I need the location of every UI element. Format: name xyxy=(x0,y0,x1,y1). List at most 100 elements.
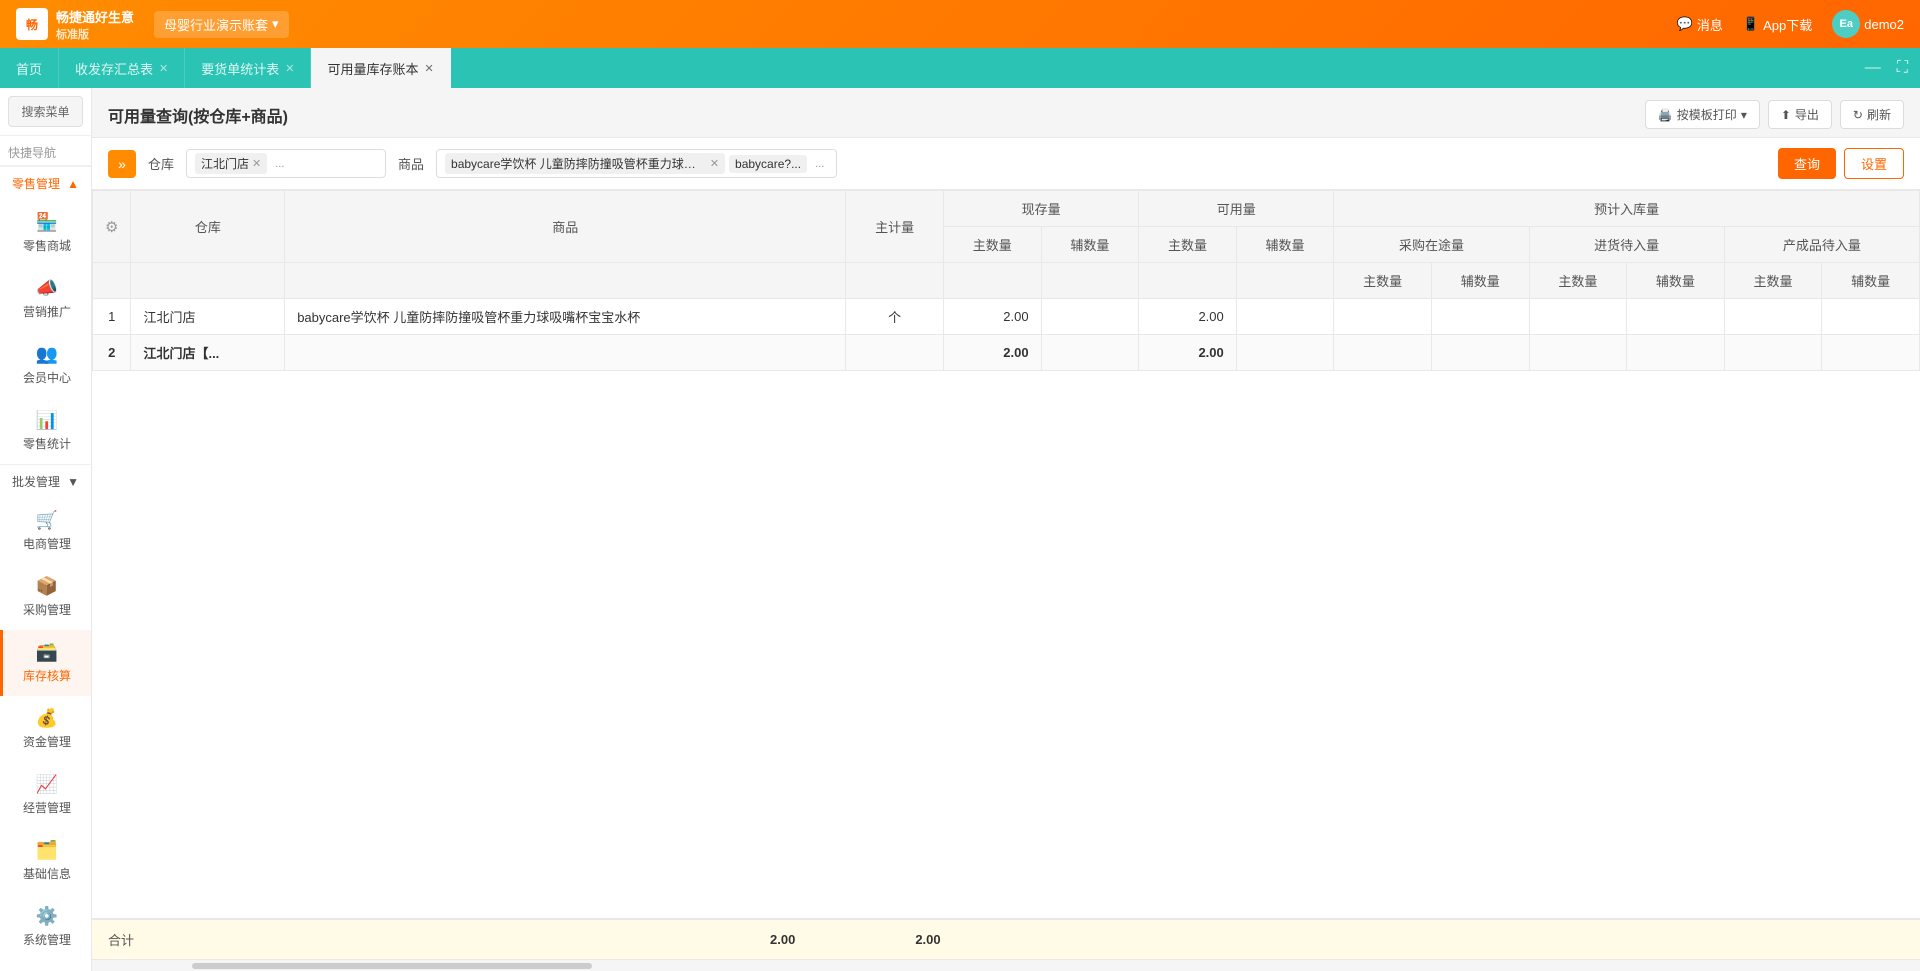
logo-icon: 畅 xyxy=(16,8,48,40)
row2-avail-main: 2.00 xyxy=(1139,335,1237,371)
filter-actions: 查询 设置 xyxy=(1778,148,1904,179)
industry-selector[interactable]: 母婴行业演示账套 ▾ xyxy=(154,11,289,38)
sidebar-item-marketing[interactable]: 📣 营销推广 xyxy=(0,266,91,332)
app-subtitle: 标准版 xyxy=(56,26,134,42)
goods-input[interactable]: babycare学饮杯 儿童防摔防撞吸管杯重力球吸嘴杯宝宝水杯 ✕ babyca… xyxy=(436,149,837,178)
tab-orders[interactable]: 要货单统计表 ✕ xyxy=(185,48,311,88)
sidebar-item-purchase[interactable]: 📦 采购管理 xyxy=(0,564,91,630)
app-download-btn[interactable]: 📱 App下载 xyxy=(1743,15,1812,34)
query-btn[interactable]: 查询 xyxy=(1778,148,1836,179)
export-icon: ⬆ xyxy=(1781,108,1791,122)
table-row-subtotal: 2 江北门店【... 2.00 2.00 xyxy=(93,335,1920,371)
message-icon: 💬 xyxy=(1677,16,1693,32)
sidebar-item-retail-stats[interactable]: 📊 零售统计 xyxy=(0,398,91,464)
row1-production-aux xyxy=(1822,299,1920,335)
col-incoming-aux: 辅数量 xyxy=(1627,263,1725,299)
sidebar-item-members[interactable]: 👥 会员中心 xyxy=(0,332,91,398)
row1-goods: babycare学饮杯 儿童防摔防撞吸管杯重力球吸嘴杯宝宝水杯 xyxy=(285,299,846,335)
row2-stock-aux xyxy=(1041,335,1139,371)
shop-icon: 🏪 xyxy=(36,212,58,233)
goods-tag1: babycare学饮杯 儿童防摔防撞吸管杯重力球吸嘴杯宝宝水杯 ✕ xyxy=(445,153,725,174)
col-stock-main: 主数量 xyxy=(943,227,1041,263)
col-goods: 商品 xyxy=(285,191,846,263)
row1-num: 1 xyxy=(93,299,131,335)
main-layout: 搜索菜单 快捷导航 零售管理 ▲ 🏪 零售商城 📣 营销推广 👥 会员中心 📊 … xyxy=(0,88,1920,971)
maximize-btn[interactable]: ⛶ xyxy=(1893,55,1912,81)
inventory-icon: 🗃️ xyxy=(36,642,58,663)
chevron-down-icon: ▾ xyxy=(272,16,279,32)
warehouse-tag-close[interactable]: ✕ xyxy=(252,157,261,170)
warehouse-input[interactable]: 江北门店 ✕ ... xyxy=(186,149,386,178)
sidebar: 搜索菜单 快捷导航 零售管理 ▲ 🏪 零售商城 📣 营销推广 👥 会员中心 📊 … xyxy=(0,88,92,971)
refresh-icon: ↻ xyxy=(1853,108,1863,122)
sidebar-item-finance[interactable]: 💰 资金管理 xyxy=(0,696,91,762)
table-container: ⚙ 仓库 商品 主计量 现存量 可用量 预计入库量 主数量 辅数量 主数量 辅数… xyxy=(92,190,1920,918)
minimize-btn[interactable]: — xyxy=(1861,55,1885,81)
industry-label: 母婴行业演示账套 xyxy=(164,15,268,34)
col-purchase-main: 主数量 xyxy=(1334,263,1432,299)
col-available: 可用量 xyxy=(1139,191,1334,227)
col-avail-aux: 辅数量 xyxy=(1236,227,1334,263)
row1-stock-aux xyxy=(1041,299,1139,335)
tab-bar-right: — ⛶ xyxy=(1861,55,1920,81)
row2-warehouse: 江北门店【... xyxy=(131,335,285,371)
message-btn[interactable]: 💬 消息 xyxy=(1677,15,1723,34)
filter-toggle-btn[interactable]: » xyxy=(108,150,136,178)
finance-icon: 💰 xyxy=(36,708,58,729)
row2-unit xyxy=(846,335,944,371)
search-menu-btn[interactable]: 搜索菜单 xyxy=(8,96,83,127)
col-expected: 预计入库量 xyxy=(1334,191,1920,227)
sidebar-item-retail-shop[interactable]: 🏪 零售商城 xyxy=(0,200,91,266)
horizontal-scrollbar[interactable] xyxy=(92,959,1920,971)
avatar: Ea xyxy=(1832,10,1860,38)
row1-incoming-aux xyxy=(1627,299,1725,335)
col-gear[interactable]: ⚙ xyxy=(93,191,131,263)
sidebar-item-basic[interactable]: 🗂️ 基础信息 xyxy=(0,828,91,894)
members-icon: 👥 xyxy=(36,344,58,365)
tab-receipts[interactable]: 收发存汇总表 ✕ xyxy=(59,48,185,88)
sidebar-item-inventory[interactable]: 🗃️ 库存核算 xyxy=(0,630,91,696)
row2-production-aux xyxy=(1822,335,1920,371)
row2-goods xyxy=(285,335,846,371)
settings-btn[interactable]: 设置 xyxy=(1844,148,1904,179)
sidebar-item-operations[interactable]: 📈 经营管理 xyxy=(0,762,91,828)
sidebar-item-enterprise[interactable]: 🏢 企业协同 xyxy=(0,960,91,971)
sidebar-item-wholesale[interactable]: 批发管理 ▼ xyxy=(0,464,91,498)
user-menu[interactable]: Ea demo2 xyxy=(1832,10,1904,38)
goods-tag1-close[interactable]: ✕ xyxy=(710,157,719,170)
system-icon: ⚙️ xyxy=(36,906,58,927)
tab-close-orders[interactable]: ✕ xyxy=(285,62,294,75)
row1-production-main xyxy=(1724,299,1822,335)
print-btn[interactable]: 🖨️ 按模板打印 ▾ xyxy=(1645,100,1760,129)
col-avail-main: 主数量 xyxy=(1139,227,1237,263)
col-stock-aux: 辅数量 xyxy=(1041,227,1139,263)
warehouse-label: 仓库 xyxy=(148,154,174,173)
basic-icon: 🗂️ xyxy=(36,840,58,861)
sidebar-item-system[interactable]: ⚙️ 系统管理 xyxy=(0,894,91,960)
page-title: 可用量查询(按仓库+商品) xyxy=(108,103,288,127)
row1-unit: 个 xyxy=(846,299,944,335)
export-btn[interactable]: ⬆ 导出 xyxy=(1768,100,1832,129)
row2-production-main xyxy=(1724,335,1822,371)
row1-avail-main: 2.00 xyxy=(1139,299,1237,335)
tab-bar: 首页 收发存汇总表 ✕ 要货单统计表 ✕ 可用量库存账本 ✕ — ⛶ xyxy=(0,48,1920,88)
goods-label: 商品 xyxy=(398,154,424,173)
table-footer: 合计 2.00 2.00 xyxy=(92,918,1920,959)
tab-close-receipts[interactable]: ✕ xyxy=(159,62,168,75)
chevron-up-icon: ▲ xyxy=(67,177,79,191)
row1-stock-main: 2.00 xyxy=(943,299,1041,335)
warehouse-more[interactable]: ... xyxy=(271,156,288,172)
refresh-btn[interactable]: ↻ 刷新 xyxy=(1840,100,1904,129)
footer-stock-main: 2.00 xyxy=(770,932,795,947)
goods-more[interactable]: ... xyxy=(811,156,828,172)
chevron-down-icon: ▾ xyxy=(1741,108,1747,122)
tab-close-inventory[interactable]: ✕ xyxy=(425,62,434,75)
tab-inventory[interactable]: 可用量库存账本 ✕ xyxy=(311,48,450,88)
tab-home[interactable]: 首页 xyxy=(0,48,59,88)
col-production-aux: 辅数量 xyxy=(1822,263,1920,299)
row2-stock-main: 2.00 xyxy=(943,335,1041,371)
sidebar-item-retail[interactable]: 零售管理 ▲ xyxy=(0,166,91,200)
row1-purchase-aux xyxy=(1431,299,1529,335)
stats-icon: 📊 xyxy=(36,410,58,431)
sidebar-item-ecommerce[interactable]: 🛒 电商管理 xyxy=(0,498,91,564)
